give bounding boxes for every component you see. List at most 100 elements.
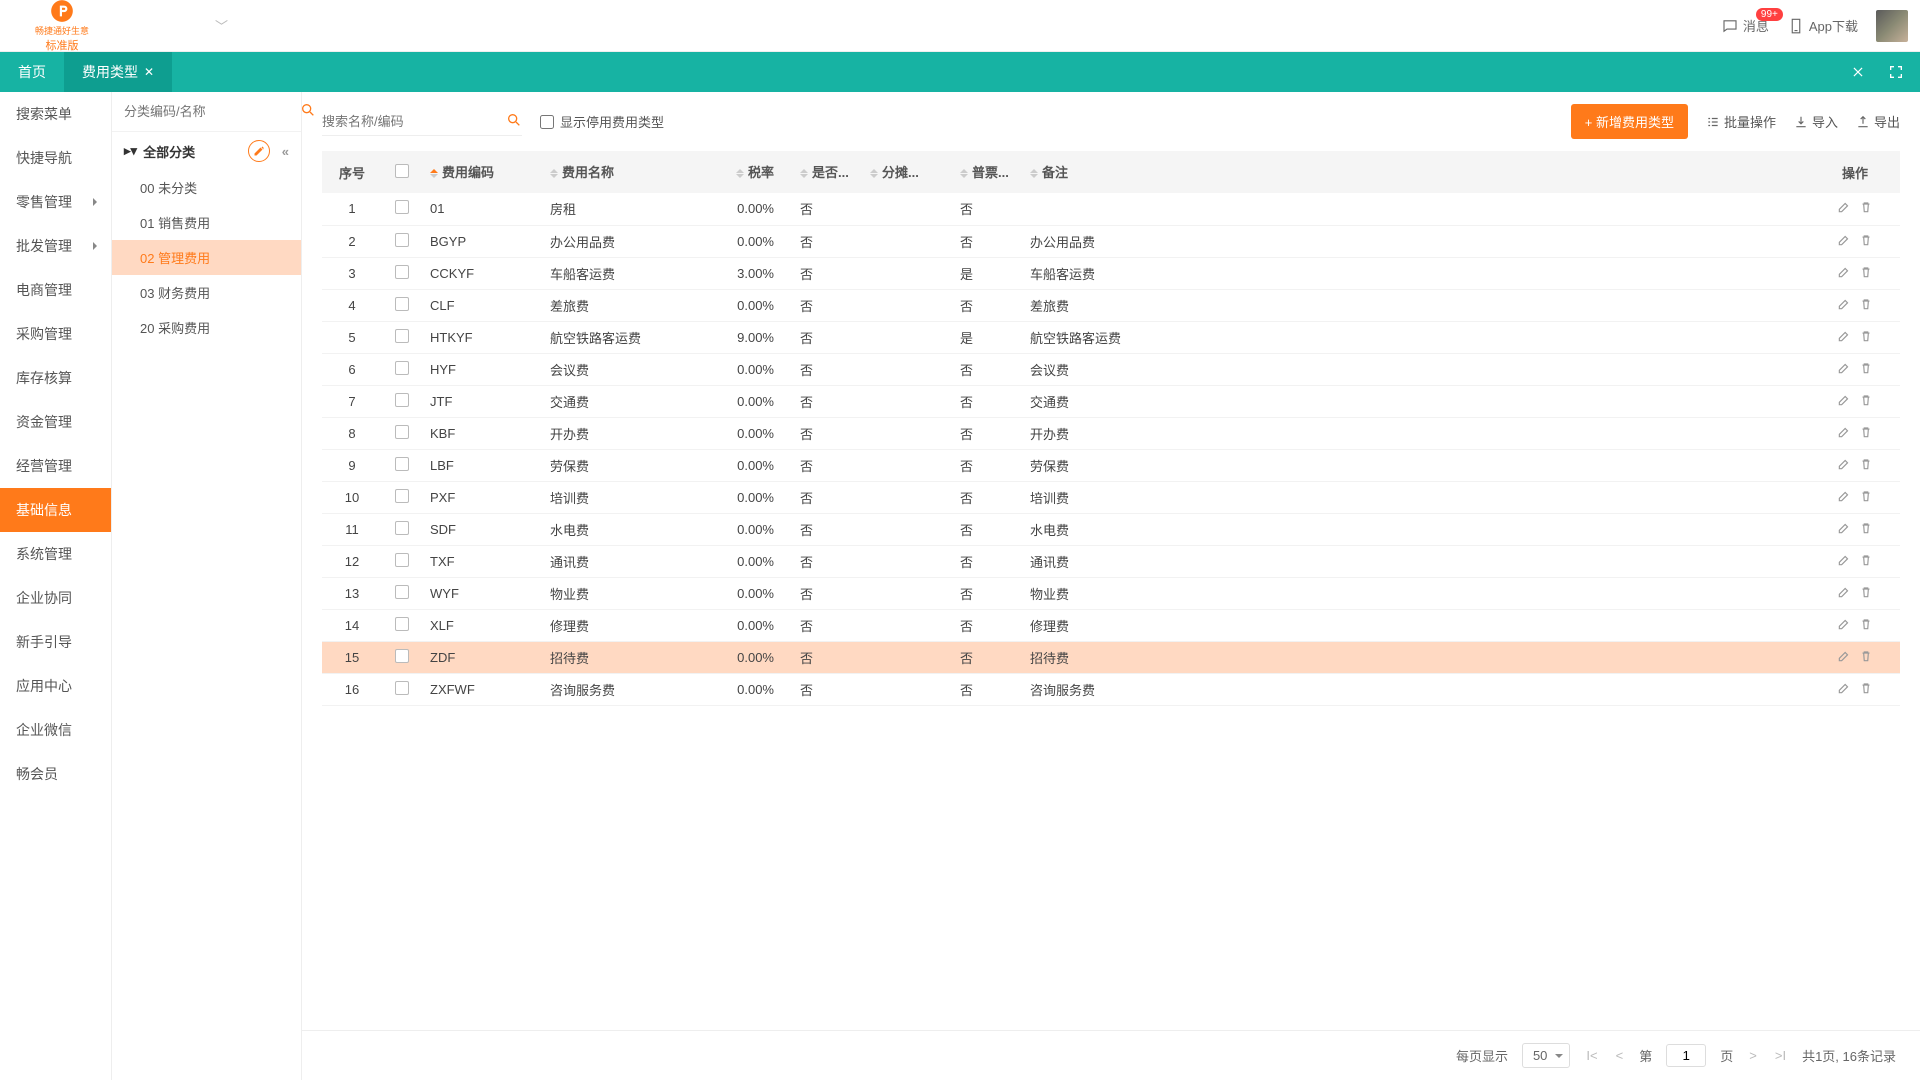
sidebar-item-3[interactable]: 批发管理	[0, 224, 111, 268]
sidebar-item-10[interactable]: 系统管理	[0, 532, 111, 576]
col-code[interactable]: 费用编码	[422, 151, 542, 193]
cell-checkbox[interactable]	[382, 257, 422, 289]
cell-checkbox[interactable]	[382, 225, 422, 257]
row-edit-button[interactable]	[1837, 265, 1851, 279]
pager-prev-button[interactable]: <	[1614, 1046, 1626, 1065]
row-edit-button[interactable]	[1837, 297, 1851, 311]
sidebar-item-1[interactable]: 快捷导航	[0, 136, 111, 180]
row-checkbox[interactable]	[395, 297, 409, 311]
table-row[interactable]: 12TXF通讯费0.00%否否通讯费	[322, 545, 1900, 577]
sidebar-item-13[interactable]: 应用中心	[0, 664, 111, 708]
row-checkbox[interactable]	[395, 457, 409, 471]
col-checkbox[interactable]	[382, 151, 422, 193]
row-checkbox[interactable]	[395, 329, 409, 343]
per-page-select[interactable]: 50	[1522, 1043, 1570, 1068]
row-edit-button[interactable]	[1837, 329, 1851, 343]
row-delete-button[interactable]	[1859, 521, 1873, 535]
row-edit-button[interactable]	[1837, 393, 1851, 407]
row-delete-button[interactable]	[1859, 489, 1873, 503]
cell-checkbox[interactable]	[382, 353, 422, 385]
table-row[interactable]: 9LBF劳保费0.00%否否劳保费	[322, 449, 1900, 481]
row-delete-button[interactable]	[1859, 297, 1873, 311]
row-edit-button[interactable]	[1837, 521, 1851, 535]
table-row[interactable]: 101房租0.00%否否	[322, 193, 1900, 225]
row-delete-button[interactable]	[1859, 329, 1873, 343]
row-delete-button[interactable]	[1859, 681, 1873, 695]
row-delete-button[interactable]	[1859, 585, 1873, 599]
row-checkbox[interactable]	[395, 649, 409, 663]
show-disabled-checkbox[interactable]: 显示停用费用类型	[540, 112, 664, 131]
sidebar-item-8[interactable]: 经营管理	[0, 444, 111, 488]
row-checkbox[interactable]	[395, 233, 409, 247]
tabbar-close-button[interactable]	[1844, 58, 1872, 86]
category-item-1[interactable]: 01 销售费用	[112, 205, 301, 240]
cell-checkbox[interactable]	[382, 513, 422, 545]
sidebar-item-15[interactable]: 畅会员	[0, 752, 111, 796]
tab-1[interactable]: 费用类型✕	[64, 52, 172, 92]
cell-checkbox[interactable]	[382, 385, 422, 417]
org-selector[interactable]: — ﹀	[122, 16, 228, 35]
search-input[interactable]	[322, 114, 506, 129]
app-download-button[interactable]: App下载	[1787, 16, 1858, 35]
row-checkbox[interactable]	[395, 361, 409, 375]
row-edit-button[interactable]	[1837, 553, 1851, 567]
row-delete-button[interactable]	[1859, 265, 1873, 279]
row-edit-button[interactable]	[1837, 681, 1851, 695]
sidebar-item-0[interactable]: 搜索菜单	[0, 92, 111, 136]
row-edit-button[interactable]	[1837, 489, 1851, 503]
col-ticket[interactable]: 普票...	[942, 151, 1022, 193]
pager-first-button[interactable]: I<	[1584, 1046, 1599, 1065]
cell-checkbox[interactable]	[382, 545, 422, 577]
cell-checkbox[interactable]	[382, 193, 422, 225]
row-checkbox[interactable]	[395, 265, 409, 279]
table-row[interactable]: 4CLF差旅费0.00%否否差旅费	[322, 289, 1900, 321]
category-item-0[interactable]: 00 未分类	[112, 170, 301, 205]
pager-page-input[interactable]	[1666, 1044, 1706, 1067]
sidebar-item-2[interactable]: 零售管理	[0, 180, 111, 224]
import-button[interactable]: 导入	[1794, 112, 1838, 131]
row-checkbox[interactable]	[395, 617, 409, 631]
sidebar-item-7[interactable]: 资金管理	[0, 400, 111, 444]
cell-checkbox[interactable]	[382, 577, 422, 609]
row-checkbox[interactable]	[395, 200, 409, 214]
sidebar-item-12[interactable]: 新手引导	[0, 620, 111, 664]
row-delete-button[interactable]	[1859, 425, 1873, 439]
sidebar-item-6[interactable]: 库存核算	[0, 356, 111, 400]
row-delete-button[interactable]	[1859, 361, 1873, 375]
sidebar-item-14[interactable]: 企业微信	[0, 708, 111, 752]
row-edit-button[interactable]	[1837, 585, 1851, 599]
category-all-label[interactable]: 全部分类	[143, 142, 195, 161]
table-row[interactable]: 8KBF开办费0.00%否否开办费	[322, 417, 1900, 449]
sidebar-item-11[interactable]: 企业协同	[0, 576, 111, 620]
table-row[interactable]: 5HTKYF航空铁路客运费9.00%否是航空铁路客运费	[322, 321, 1900, 353]
category-search-input[interactable]	[124, 104, 300, 119]
row-delete-button[interactable]	[1859, 617, 1873, 631]
category-item-2[interactable]: 02 管理费用	[112, 240, 301, 275]
row-edit-button[interactable]	[1837, 649, 1851, 663]
row-checkbox[interactable]	[395, 585, 409, 599]
sidebar-item-5[interactable]: 采购管理	[0, 312, 111, 356]
collapse-panel-button[interactable]: «	[282, 144, 289, 159]
add-expense-type-button[interactable]: + 新增费用类型	[1571, 104, 1688, 139]
table-row[interactable]: 11SDF水电费0.00%否否水电费	[322, 513, 1900, 545]
col-rate[interactable]: 税率	[702, 151, 782, 193]
row-edit-button[interactable]	[1837, 457, 1851, 471]
cell-checkbox[interactable]	[382, 417, 422, 449]
row-checkbox[interactable]	[395, 425, 409, 439]
category-item-3[interactable]: 03 财务费用	[112, 275, 301, 310]
table-row[interactable]: 7JTF交通费0.00%否否交通费	[322, 385, 1900, 417]
row-delete-button[interactable]	[1859, 649, 1873, 663]
select-all-checkbox[interactable]	[395, 164, 409, 178]
table-row[interactable]: 13WYF物业费0.00%否否物业费	[322, 577, 1900, 609]
cell-checkbox[interactable]	[382, 449, 422, 481]
col-note[interactable]: 备注	[1022, 151, 1810, 193]
row-edit-button[interactable]	[1837, 361, 1851, 375]
row-checkbox[interactable]	[395, 521, 409, 535]
row-checkbox[interactable]	[395, 393, 409, 407]
col-share[interactable]: 分摊...	[862, 151, 942, 193]
table-row[interactable]: 2BGYP办公用品费0.00%否否办公用品费	[322, 225, 1900, 257]
row-delete-button[interactable]	[1859, 393, 1873, 407]
tabbar-fullscreen-button[interactable]	[1882, 58, 1910, 86]
cell-checkbox[interactable]	[382, 481, 422, 513]
table-row[interactable]: 6HYF会议费0.00%否否会议费	[322, 353, 1900, 385]
